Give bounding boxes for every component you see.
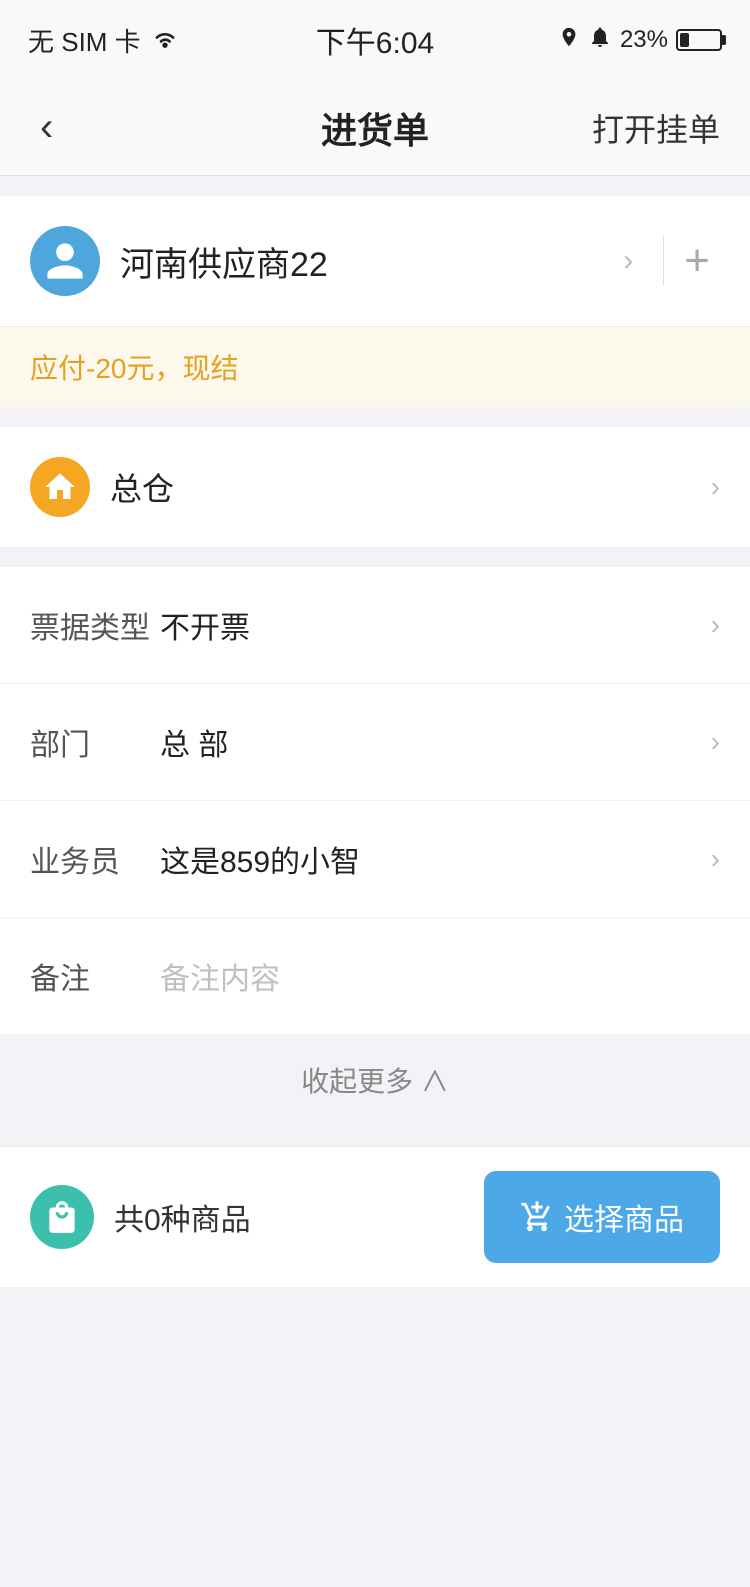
warehouse-icon-wrap: [30, 457, 90, 517]
department-chevron-icon: ›: [711, 726, 720, 758]
nav-bar: ‹ 进货单 打开挂单: [0, 80, 750, 176]
product-count: 共0种商品: [114, 1195, 484, 1239]
supplier-avatar: [30, 226, 100, 296]
alarm-icon: [588, 25, 612, 56]
warehouse-chevron-icon: ›: [711, 471, 720, 503]
wifi-icon: [151, 23, 179, 58]
department-label: 部门: [30, 720, 150, 764]
notice-banner: 应付-20元，现结: [0, 327, 750, 407]
warehouse-card[interactable]: 总仓 ›: [0, 427, 750, 547]
shopping-bag-icon: [43, 1198, 81, 1236]
person-icon: [43, 239, 87, 283]
select-product-label: 选择商品: [564, 1195, 684, 1239]
collapse-label: 收起更多 ∧: [301, 1066, 449, 1097]
remark-input[interactable]: 备注内容: [150, 954, 720, 998]
back-button[interactable]: ‹: [30, 95, 63, 160]
page-background: [0, 1287, 750, 1587]
department-row[interactable]: 部门 总 部 ›: [0, 684, 750, 801]
status-left: 无 SIM 卡: [28, 22, 179, 59]
bottom-bar: 共0种商品 选择商品: [0, 1146, 750, 1287]
status-time: 下午6:04: [316, 18, 434, 62]
invoice-label: 票据类型: [30, 603, 150, 647]
invoice-chevron-icon: ›: [711, 609, 720, 641]
remark-row[interactable]: 备注 备注内容: [0, 918, 750, 1034]
supplier-name: 河南供应商22: [120, 237, 623, 286]
add-supplier-button[interactable]: +: [674, 236, 720, 286]
separator: [663, 236, 664, 286]
warehouse-row[interactable]: 总仓 ›: [0, 427, 750, 547]
cart-icon: [520, 1200, 554, 1234]
status-right: 23%: [558, 25, 722, 56]
department-value: 总 部: [150, 720, 701, 764]
collapse-button[interactable]: 收起更多 ∧: [0, 1034, 750, 1126]
supplier-chevron-icon: ›: [623, 244, 633, 278]
notice-text: 应付-20元，现结: [30, 353, 238, 384]
salesman-chevron-icon: ›: [711, 843, 720, 875]
section-gap-3: [0, 547, 750, 567]
invoice-row[interactable]: 票据类型 不开票 ›: [0, 567, 750, 684]
warehouse-name: 总仓: [110, 464, 711, 510]
remark-label: 备注: [30, 954, 150, 998]
section-gap-4: [0, 1126, 750, 1146]
salesman-row[interactable]: 业务员 这是859的小智 ›: [0, 801, 750, 918]
product-icon-wrap: [30, 1185, 94, 1249]
invoice-value: 不开票: [150, 603, 701, 647]
section-gap-1: [0, 176, 750, 196]
open-pending-button[interactable]: 打开挂单: [592, 105, 720, 151]
location-icon: [558, 26, 580, 55]
supplier-row[interactable]: 河南供应商22 › +: [0, 196, 750, 327]
form-card: 票据类型 不开票 › 部门 总 部 › 业务员 这是859的小智 › 备注 备注…: [0, 567, 750, 1034]
carrier-text: 无 SIM 卡: [28, 22, 141, 59]
salesman-value: 这是859的小智: [150, 837, 701, 881]
select-product-button[interactable]: 选择商品: [484, 1171, 720, 1263]
salesman-label: 业务员: [30, 837, 150, 881]
home-icon: [42, 469, 78, 505]
section-gap-2: [0, 407, 750, 427]
page-title: 进货单: [321, 102, 429, 154]
status-bar: 无 SIM 卡 下午6:04 23%: [0, 0, 750, 80]
supplier-card: 河南供应商22 › + 应付-20元，现结: [0, 196, 750, 407]
battery-percentage: 23%: [620, 26, 668, 54]
battery-icon: [676, 29, 722, 51]
